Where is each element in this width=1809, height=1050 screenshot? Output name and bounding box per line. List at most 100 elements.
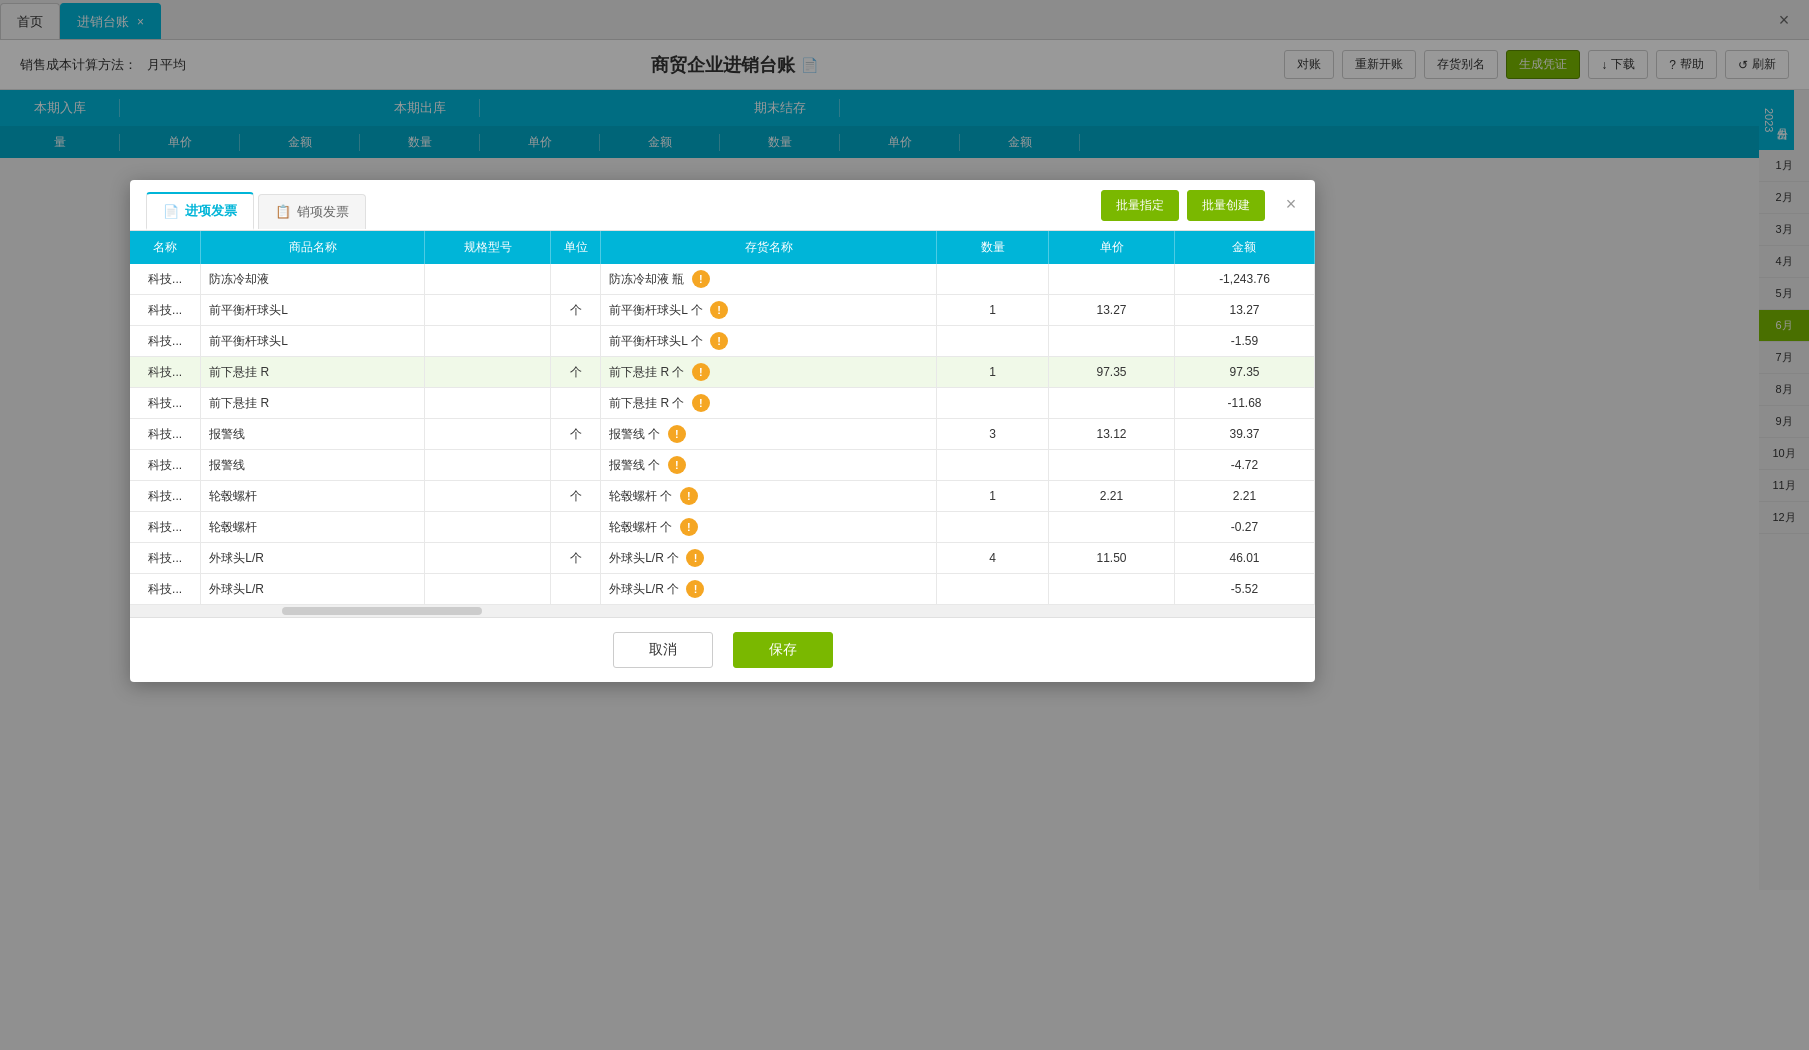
modal-table-wrap: 名称 商品名称 规格型号 单位 存货名称 数量 单价 金额 科技... 防冻冷却… (130, 231, 1315, 605)
cell-amount: -1.59 (1174, 326, 1314, 357)
table-row[interactable]: 科技... 前下悬挂 R 个 前下悬挂 R 个 ! 1 97.35 97.35 (130, 357, 1315, 388)
cell-unit: 个 (551, 357, 601, 388)
th-name: 名称 (130, 231, 201, 264)
tab-invoice-out[interactable]: 📋 销项发票 (258, 194, 366, 229)
invoice-in-icon: 📄 (163, 204, 179, 219)
table-row[interactable]: 科技... 前下悬挂 R 前下悬挂 R 个 ! -11.68 (130, 388, 1315, 419)
cell-qty: 3 (937, 419, 1049, 450)
cell-store-name: 外球头L/R 个 ! (601, 543, 937, 574)
tab-invoice-in[interactable]: 📄 进项发票 (146, 192, 254, 230)
cell-store-name: 前平衡杆球头L 个 ! (601, 326, 937, 357)
cell-store-name: 轮毂螺杆 个 ! (601, 512, 937, 543)
cell-amount: -4.72 (1174, 450, 1314, 481)
warning-icon: ! (692, 363, 710, 381)
table-row[interactable]: 科技... 报警线 个 报警线 个 ! 3 13.12 39.37 (130, 419, 1315, 450)
cell-amount: -0.27 (1174, 512, 1314, 543)
cell-unit: 个 (551, 419, 601, 450)
cell-spec (425, 295, 551, 326)
cell-spec (425, 419, 551, 450)
cell-product: 前下悬挂 R (201, 388, 425, 419)
modal-table-body: 科技... 防冻冷却液 防冻冷却液 瓶 ! -1,243.76 科技... 前平… (130, 264, 1315, 605)
table-row[interactable]: 科技... 前平衡杆球头L 前平衡杆球头L 个 ! -1.59 (130, 326, 1315, 357)
cell-amount: 39.37 (1174, 419, 1314, 450)
table-row[interactable]: 科技... 外球头L/R 外球头L/R 个 ! -5.52 (130, 574, 1315, 605)
batch-assign-button[interactable]: 批量指定 (1101, 190, 1179, 221)
cell-store-name: 报警线 个 ! (601, 450, 937, 481)
cell-product: 前平衡杆球头L (201, 295, 425, 326)
cell-price (1049, 388, 1175, 419)
cell-price (1049, 512, 1175, 543)
cell-spec (425, 450, 551, 481)
table-row[interactable]: 科技... 轮毂螺杆 个 轮毂螺杆 个 ! 1 2.21 2.21 (130, 481, 1315, 512)
cell-store-name: 轮毂螺杆 个 ! (601, 481, 937, 512)
batch-create-button[interactable]: 批量创建 (1187, 190, 1265, 221)
cell-unit: 个 (551, 543, 601, 574)
cell-store-name: 前平衡杆球头L 个 ! (601, 295, 937, 326)
cell-price: 11.50 (1049, 543, 1175, 574)
th-product-name: 商品名称 (201, 231, 425, 264)
cell-name: 科技... (130, 450, 201, 481)
table-row[interactable]: 科技... 轮毂螺杆 轮毂螺杆 个 ! -0.27 (130, 512, 1315, 543)
cell-amount: 46.01 (1174, 543, 1314, 574)
cell-qty: 1 (937, 481, 1049, 512)
cell-store-name: 外球头L/R 个 ! (601, 574, 937, 605)
cell-product: 前下悬挂 R (201, 357, 425, 388)
th-amount: 金额 (1174, 231, 1314, 264)
modal-footer: 取消 保存 (130, 617, 1315, 682)
cell-qty: 1 (937, 295, 1049, 326)
cell-qty: 4 (937, 543, 1049, 574)
cell-product: 报警线 (201, 419, 425, 450)
save-button[interactable]: 保存 (733, 632, 833, 668)
cell-store-name: 报警线 个 ! (601, 419, 937, 450)
table-row[interactable]: 科技... 报警线 报警线 个 ! -4.72 (130, 450, 1315, 481)
cell-product: 外球头L/R (201, 574, 425, 605)
cell-qty (937, 326, 1049, 357)
cell-spec (425, 388, 551, 419)
horizontal-scrollbar[interactable] (130, 605, 1315, 617)
cell-name: 科技... (130, 481, 201, 512)
invoice-in-label: 进项发票 (185, 202, 237, 220)
scroll-thumb[interactable] (282, 607, 482, 615)
invoice-out-label: 销项发票 (297, 203, 349, 221)
cell-amount: 13.27 (1174, 295, 1314, 326)
th-price: 单价 (1049, 231, 1175, 264)
cell-spec (425, 326, 551, 357)
table-row[interactable]: 科技... 前平衡杆球头L 个 前平衡杆球头L 个 ! 1 13.27 13.2… (130, 295, 1315, 326)
cell-store-name: 前下悬挂 R 个 ! (601, 388, 937, 419)
warning-icon: ! (710, 301, 728, 319)
cell-price (1049, 326, 1175, 357)
cell-unit (551, 450, 601, 481)
cell-spec (425, 264, 551, 295)
modal-dialog: 📄 进项发票 📋 销项发票 批量指定 批量创建 × 名称 商品名称 规格型号 单… (130, 180, 1315, 682)
warning-icon: ! (668, 456, 686, 474)
cell-unit (551, 388, 601, 419)
cell-product: 报警线 (201, 450, 425, 481)
cell-unit: 个 (551, 295, 601, 326)
cell-amount: -5.52 (1174, 574, 1314, 605)
cell-spec (425, 543, 551, 574)
cell-product: 外球头L/R (201, 543, 425, 574)
th-qty: 数量 (937, 231, 1049, 264)
modal-actions: 批量指定 批量创建 (1101, 190, 1265, 221)
cell-name: 科技... (130, 419, 201, 450)
cell-amount: 2.21 (1174, 481, 1314, 512)
warning-icon: ! (680, 487, 698, 505)
cell-name: 科技... (130, 543, 201, 574)
modal-close-button[interactable]: × (1279, 192, 1303, 216)
cell-name: 科技... (130, 388, 201, 419)
cancel-button[interactable]: 取消 (613, 632, 713, 668)
table-row[interactable]: 科技... 外球头L/R 个 外球头L/R 个 ! 4 11.50 46.01 (130, 543, 1315, 574)
cell-name: 科技... (130, 295, 201, 326)
cell-spec (425, 512, 551, 543)
cell-qty (937, 388, 1049, 419)
cell-qty (937, 512, 1049, 543)
cell-store-name: 防冻冷却液 瓶 ! (601, 264, 937, 295)
cell-product: 轮毂螺杆 (201, 512, 425, 543)
cell-price (1049, 574, 1175, 605)
cell-price (1049, 450, 1175, 481)
cell-name: 科技... (130, 264, 201, 295)
table-row[interactable]: 科技... 防冻冷却液 防冻冷却液 瓶 ! -1,243.76 (130, 264, 1315, 295)
th-unit: 单位 (551, 231, 601, 264)
warning-icon: ! (680, 518, 698, 536)
cell-name: 科技... (130, 574, 201, 605)
